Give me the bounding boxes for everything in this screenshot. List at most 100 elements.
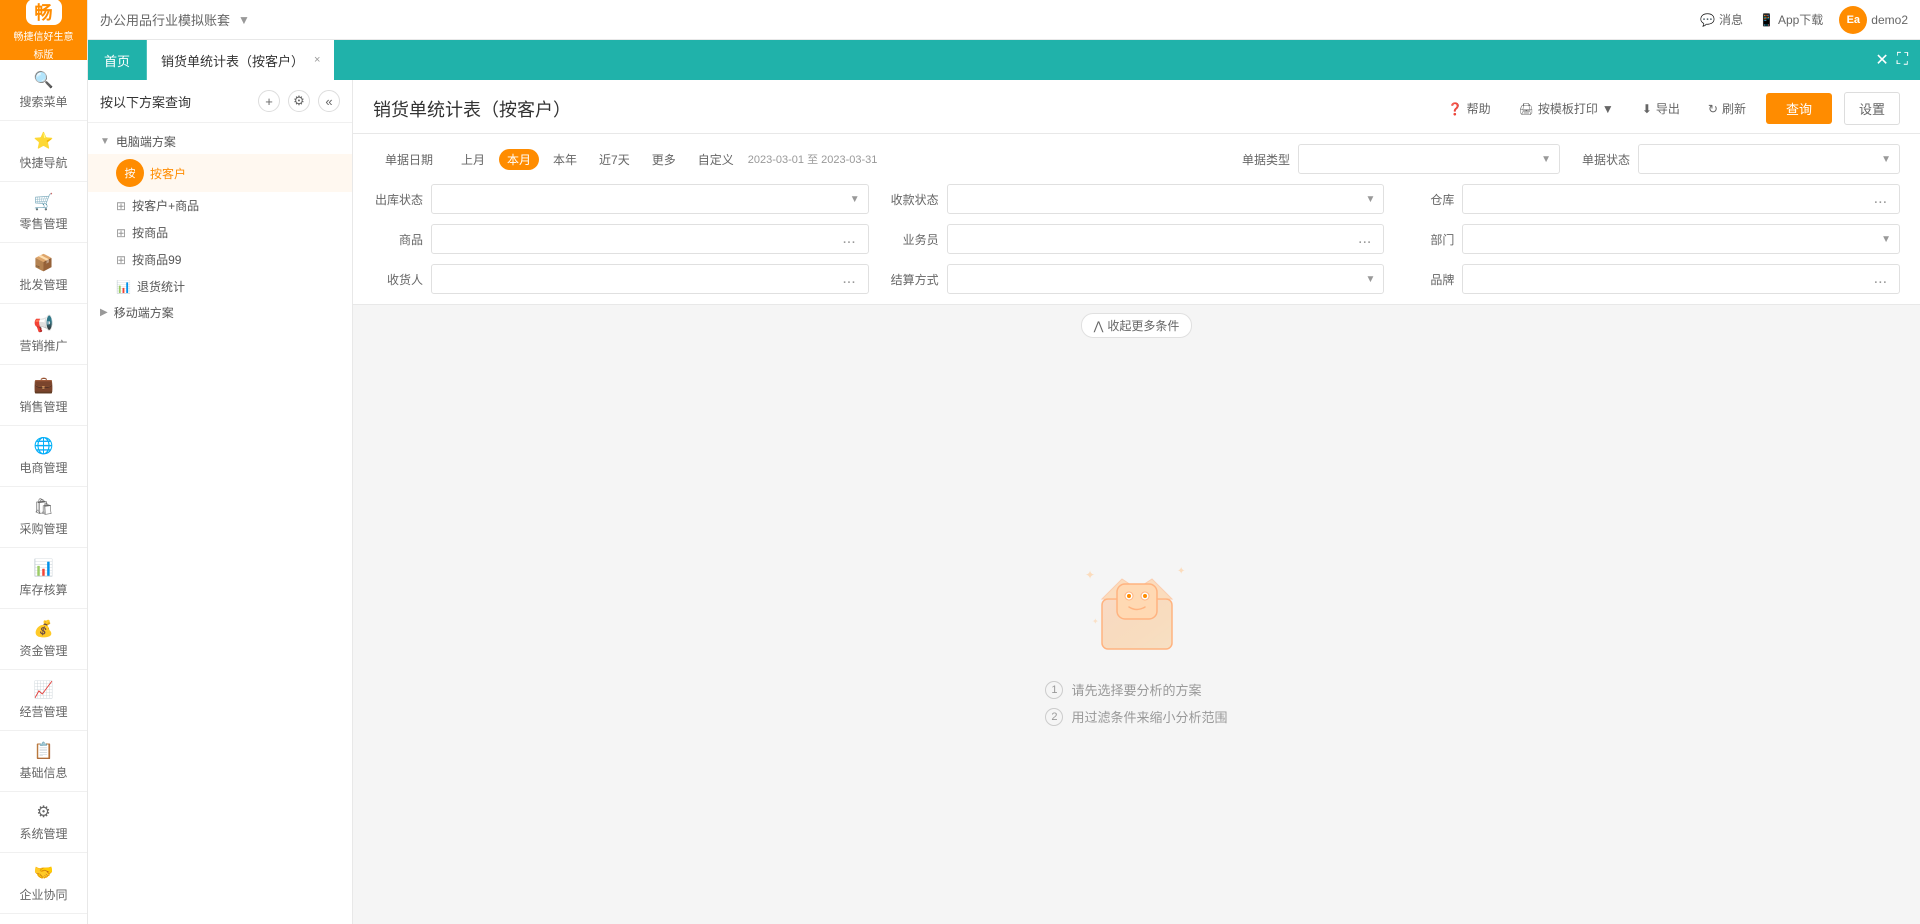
scheme-item-return-stats[interactable]: 📊 退货统计 xyxy=(88,273,352,300)
salesperson-input[interactable]: ... xyxy=(947,224,1385,254)
warehouse-dots[interactable]: ... xyxy=(1870,190,1891,208)
search-menu-icon: 🔍 xyxy=(34,70,54,90)
sidebar-item-basic-info[interactable]: 📋 基础信息 xyxy=(0,731,87,792)
sidebar-item-ecommerce[interactable]: 🌐 电商管理 xyxy=(0,426,87,487)
status-select[interactable]: ▼ xyxy=(1638,144,1900,174)
refresh-btn[interactable]: ↻ 刷新 xyxy=(1700,96,1754,121)
brand-label: 品牌 xyxy=(1404,271,1454,288)
tab-bar: 首页 销货单统计表（按客户） × ✕ ⛶ xyxy=(88,40,1920,80)
user-menu-btn[interactable]: Ea demo2 xyxy=(1839,6,1908,34)
recipient-dots[interactable]: ... xyxy=(838,270,859,288)
print-dropdown-icon: ▼ xyxy=(1602,102,1614,116)
department-select[interactable]: ▼ xyxy=(1462,224,1900,254)
help-icon: ❓ xyxy=(1448,102,1463,116)
sidebar-item-purchase-mgmt-label: 采购管理 xyxy=(19,520,67,537)
marketing-icon: 📢 xyxy=(34,314,54,334)
tip-1-num: 1 xyxy=(1045,681,1063,699)
sidebar-item-finance[interactable]: 💰 资金管理 xyxy=(0,609,87,670)
collapse-more-btn[interactable]: ⋀ 收起更多条件 xyxy=(1081,313,1193,338)
filter-row-2: 出库状态 ▼ 收款状态 ▼ 仓库 xyxy=(373,184,1900,214)
export-btn[interactable]: ⬇ 导出 xyxy=(1634,96,1688,121)
product-input[interactable]: ... xyxy=(431,224,869,254)
sidebar-item-system-mgmt[interactable]: ⚙ 系统管理 xyxy=(0,792,87,853)
message-btn[interactable]: 💬 消息 xyxy=(1700,11,1743,28)
desktop-scheme-group[interactable]: ▼ 电脑端方案 xyxy=(88,129,352,154)
brand-dots[interactable]: ... xyxy=(1870,270,1891,288)
top-bar-dropdown-icon[interactable]: ▼ xyxy=(238,13,250,27)
filter-cell-out-status: 出库状态 ▼ xyxy=(373,184,869,214)
settlement-select[interactable]: ▼ xyxy=(947,264,1385,294)
out-status-dropdown-icon: ▼ xyxy=(850,194,860,205)
scheme-item-by-product-99[interactable]: ⊞ 按商品99 xyxy=(88,246,352,273)
filter-cell-receipt-status: 收款状态 ▼ xyxy=(889,184,1385,214)
tab-home[interactable]: 首页 xyxy=(88,40,147,80)
type-label: 单据类型 xyxy=(1240,151,1290,168)
top-bar-right: 💬 消息 📱 App下载 Ea demo2 xyxy=(1700,6,1908,34)
filter-area: 单据日期 上月 本月 本年 近7天 更多 自定义 2023-03-01 至 20… xyxy=(353,134,1920,305)
by-customer-product-icon: ⊞ xyxy=(116,199,126,213)
empty-robot-icon: ✦ ✦ ✦ xyxy=(1077,544,1197,664)
filter-cell-type: 单据类型 ▼ xyxy=(1240,144,1560,174)
scheme-item-by-product[interactable]: ⊞ 按商品 xyxy=(88,219,352,246)
print-icon: 🖨 xyxy=(1519,102,1534,116)
date-tab-more[interactable]: 更多 xyxy=(644,149,684,170)
tip-2-text: 用过滤条件来缩小分析范围 xyxy=(1071,707,1227,726)
add-scheme-btn[interactable]: + xyxy=(258,90,280,112)
sidebar-item-search-menu[interactable]: 🔍 搜索菜单 xyxy=(0,60,87,121)
window-close-icon[interactable]: ✕ xyxy=(1875,50,1888,70)
receipt-status-select[interactable]: ▼ xyxy=(947,184,1385,214)
sidebar-item-operations[interactable]: 📈 经营管理 xyxy=(0,670,87,731)
tab-close-icon[interactable]: × xyxy=(314,54,320,66)
sidebar-item-retail-mgmt[interactable]: 🛒 零售管理 xyxy=(0,182,87,243)
salesperson-dots[interactable]: ... xyxy=(1354,230,1375,248)
brand-input[interactable]: ... xyxy=(1462,264,1900,294)
date-tab-7-days[interactable]: 近7天 xyxy=(591,149,638,170)
svg-text:✦: ✦ xyxy=(1085,568,1095,582)
status-dropdown-icon: ▼ xyxy=(1881,154,1891,165)
template-print-btn[interactable]: 🖨 按模板打印 ▼ xyxy=(1511,96,1622,121)
sidebar-item-sales-mgmt[interactable]: 💼 销售管理 xyxy=(0,365,87,426)
empty-tip-2: 2 用过滤条件来缩小分析范围 xyxy=(1045,707,1227,726)
tab-active-sales-stats[interactable]: 销货单统计表（按客户） × xyxy=(147,40,334,80)
sidebar-item-enterprise[interactable]: 🤝 企业协同 xyxy=(0,853,87,914)
sidebar-item-purchase-mgmt[interactable]: 🛍 采购管理 xyxy=(0,487,87,548)
export-label: 导出 xyxy=(1656,100,1680,117)
page-header: 销货单统计表（按客户） ❓ 帮助 🖨 按模板打印 ▼ ⬇ 导出 xyxy=(353,80,1920,134)
content-area: 按以下方案查询 + ⚙ « ▼ 电脑端方案 按 按客户 ⊞ 按客户+商品 xyxy=(88,80,1920,924)
svg-text:✦: ✦ xyxy=(1177,566,1185,577)
date-tab-last-month[interactable]: 上月 xyxy=(453,149,493,170)
settings-button[interactable]: 设置 xyxy=(1844,92,1900,125)
filter-cell-salesperson: 业务员 ... xyxy=(889,224,1385,254)
scheme-item-by-customer[interactable]: 按 按客户 xyxy=(88,154,352,192)
window-maximize-icon[interactable]: ⛶ xyxy=(1897,51,1908,69)
sidebar-item-inventory[interactable]: 📊 库存核算 xyxy=(0,548,87,609)
date-tab-this-year[interactable]: 本年 xyxy=(545,149,585,170)
type-select[interactable]: ▼ xyxy=(1298,144,1560,174)
warehouse-label: 仓库 xyxy=(1404,191,1454,208)
sidebar-item-wholesale-mgmt[interactable]: 📦 批发管理 xyxy=(0,243,87,304)
sidebar-item-newbie[interactable]: 🎯 新手引导 xyxy=(0,914,87,924)
date-tab-custom[interactable]: 自定义 xyxy=(690,149,742,170)
collapse-up-icon: ⋀ xyxy=(1094,319,1104,333)
status-label: 单据状态 xyxy=(1580,151,1630,168)
help-btn[interactable]: ❓ 帮助 xyxy=(1440,96,1499,121)
scheme-settings-btn[interactable]: ⚙ xyxy=(288,90,310,112)
filter-cell-warehouse: 仓库 ... xyxy=(1404,184,1900,214)
scheme-item-by-customer-product[interactable]: ⊞ 按客户+商品 xyxy=(88,192,352,219)
product-dots[interactable]: ... xyxy=(838,230,859,248)
sidebar-item-quick-nav[interactable]: ⭐ 快捷导航 xyxy=(0,121,87,182)
recipient-input[interactable]: ... xyxy=(431,264,869,294)
download-icon: 📱 xyxy=(1759,13,1774,27)
out-status-select[interactable]: ▼ xyxy=(431,184,869,214)
mobile-scheme-group[interactable]: ▶ 移动端方案 xyxy=(88,300,352,325)
department-dropdown-icon: ▼ xyxy=(1881,234,1891,245)
query-button[interactable]: 查询 xyxy=(1766,93,1832,124)
sidebar-item-marketing[interactable]: 📢 营销推广 xyxy=(0,304,87,365)
warehouse-input[interactable]: ... xyxy=(1462,184,1900,214)
help-label: 帮助 xyxy=(1467,100,1491,117)
logo-text: 畅捷信好生意 xyxy=(14,28,74,43)
settlement-dropdown-icon: ▼ xyxy=(1365,274,1375,285)
collapse-panel-btn[interactable]: « xyxy=(318,90,340,112)
date-tab-this-month[interactable]: 本月 xyxy=(499,149,539,170)
app-download-btn[interactable]: 📱 App下载 xyxy=(1759,11,1823,28)
